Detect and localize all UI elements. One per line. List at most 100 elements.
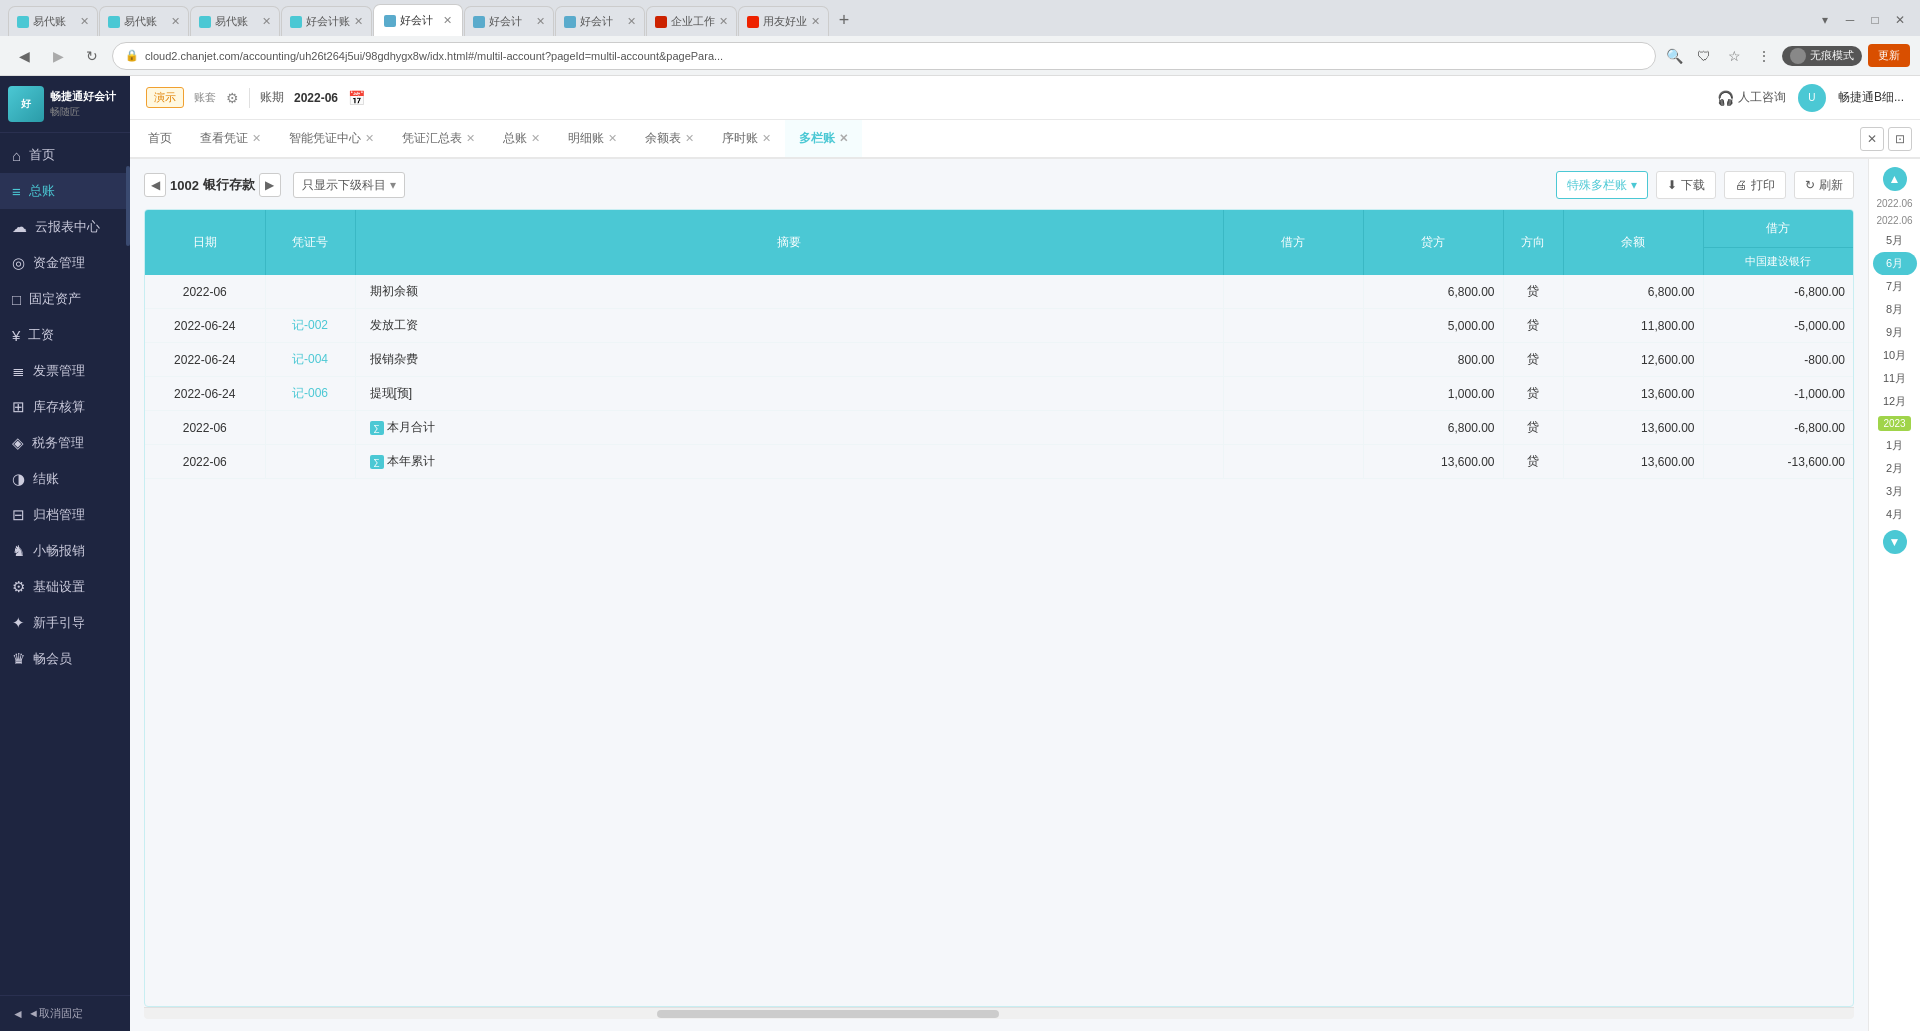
tab-voucher-view-close[interactable]: ✕ xyxy=(252,132,261,145)
tab-6-close[interactable]: ✕ xyxy=(536,15,545,28)
tab-8-close[interactable]: ✕ xyxy=(719,15,728,28)
timeline-month-2[interactable]: 2月 xyxy=(1873,457,1917,480)
sidebar-item-salary[interactable]: ¥ 工资 xyxy=(0,317,130,353)
cell-voucher[interactable]: 记-004 xyxy=(265,343,355,377)
url-bar[interactable]: 🔒 cloud2.chanjet.com/accounting/uh26t264… xyxy=(112,42,1656,70)
timeline-month-8[interactable]: 8月 xyxy=(1873,298,1917,321)
timeline-month-12[interactable]: 12月 xyxy=(1873,390,1917,413)
back-btn[interactable]: ◀ xyxy=(10,42,38,70)
sidebar-item-asset[interactable]: □ 固定资产 xyxy=(0,281,130,317)
timeline-nav-up[interactable]: ▲ xyxy=(1883,167,1907,191)
sidebar-pin-btn[interactable]: ◄ ◄取消固定 xyxy=(0,995,130,1031)
sidebar-item-settings[interactable]: ⚙ 基础设置 xyxy=(0,569,130,605)
timeline-month-3[interactable]: 3月 xyxy=(1873,480,1917,503)
refresh-btn[interactable]: ↻ 刷新 xyxy=(1794,171,1854,199)
sidebar-item-fund[interactable]: ◎ 资金管理 xyxy=(0,245,130,281)
browser-tab-3[interactable]: 易代账 ✕ xyxy=(190,6,280,36)
tab-smart-voucher[interactable]: 智能凭证中心 ✕ xyxy=(275,120,388,159)
refresh-page-btn[interactable]: ↻ xyxy=(78,42,106,70)
timeline-month-10[interactable]: 10月 xyxy=(1873,344,1917,367)
tab-multi-col-ledger[interactable]: 多栏账 ✕ xyxy=(785,120,862,159)
tab-detail-ledger-close[interactable]: ✕ xyxy=(608,132,617,145)
filter-select[interactable]: 只显示下级科目 ▾ xyxy=(293,172,405,198)
browser-tab-1[interactable]: 易代账 ✕ xyxy=(8,6,98,36)
sidebar-item-invoice[interactable]: ≣ 发票管理 xyxy=(0,353,130,389)
tab-5-close[interactable]: ✕ xyxy=(443,14,452,27)
maximize-btn[interactable]: □ xyxy=(1863,8,1887,32)
tab-voucher-summary-close[interactable]: ✕ xyxy=(466,132,475,145)
close-window-btn[interactable]: ✕ xyxy=(1888,8,1912,32)
tab-voucher-view[interactable]: 查看凭证 ✕ xyxy=(186,120,275,159)
timeline-month-7[interactable]: 7月 xyxy=(1873,275,1917,298)
browser-tab-7[interactable]: 好会计 ✕ xyxy=(555,6,645,36)
prev-account-btn[interactable]: ◀ xyxy=(144,173,166,197)
browser-tab-5-active[interactable]: 好会计 ✕ xyxy=(373,4,463,36)
sidebar-item-archive[interactable]: ⊟ 归档管理 xyxy=(0,497,130,533)
expand-btn[interactable]: ⊡ xyxy=(1888,127,1912,151)
shield-icon[interactable]: 🛡 xyxy=(1692,44,1716,68)
print-btn[interactable]: 🖨 打印 xyxy=(1724,171,1786,199)
tab-9-close[interactable]: ✕ xyxy=(811,15,820,28)
cell-voucher[interactable]: 记-002 xyxy=(265,309,355,343)
tab-balance-table[interactable]: 余额表 ✕ xyxy=(631,120,708,159)
timeline-nav-down[interactable]: ▼ xyxy=(1883,530,1907,554)
consult-btn[interactable]: 🎧 人工咨询 xyxy=(1717,89,1786,106)
download-btn[interactable]: ⬇ 下载 xyxy=(1656,171,1716,199)
tab-home[interactable]: 首页 xyxy=(134,120,186,159)
tab-general-ledger[interactable]: 总账 ✕ xyxy=(489,120,554,159)
timeline-month-1[interactable]: 1月 xyxy=(1873,434,1917,457)
tab-2-close[interactable]: ✕ xyxy=(171,15,180,28)
demo-badge[interactable]: 演示 xyxy=(146,87,184,108)
browser-tab-8[interactable]: 企业工作 ✕ xyxy=(646,6,737,36)
user-profile-btn[interactable]: 无痕模式 xyxy=(1782,46,1862,66)
tab-7-close[interactable]: ✕ xyxy=(627,15,636,28)
sub-toolbar-left: ◀ 1002 银行存款 ▶ 只显示下级科目 ▾ xyxy=(144,172,405,198)
sidebar-item-ledger[interactable]: ≡ 总账 xyxy=(0,173,130,209)
calendar-icon[interactable]: 📅 xyxy=(348,90,365,106)
sidebar-item-report[interactable]: ☁ 云报表中心 xyxy=(0,209,130,245)
browser-tab-6[interactable]: 好会计 ✕ xyxy=(464,6,554,36)
browser-tab-9[interactable]: 用友好业 ✕ xyxy=(738,6,829,36)
forward-btn[interactable]: ▶ xyxy=(44,42,72,70)
tab-sequence-ledger[interactable]: 序时账 ✕ xyxy=(708,120,785,159)
timeline-month-4[interactable]: 4月 xyxy=(1873,503,1917,526)
sidebar-item-settlement[interactable]: ◑ 结账 xyxy=(0,461,130,497)
browser-tab-4[interactable]: 好会计账 ✕ xyxy=(281,6,372,36)
cell-voucher[interactable]: 记-006 xyxy=(265,377,355,411)
tab-list-btn[interactable]: ▾ xyxy=(1813,8,1837,32)
browser-tab-2[interactable]: 易代账 ✕ xyxy=(99,6,189,36)
minimize-btn[interactable]: ─ xyxy=(1838,8,1862,32)
sidebar-item-member[interactable]: ♛ 畅会员 xyxy=(0,641,130,677)
timeline-month-9[interactable]: 9月 xyxy=(1873,321,1917,344)
new-tab-button[interactable]: + xyxy=(830,6,858,34)
tab-1-close[interactable]: ✕ xyxy=(80,15,89,28)
multi-col-btn[interactable]: 特殊多栏账 ▾ xyxy=(1556,171,1648,199)
tab-detail-ledger[interactable]: 明细账 ✕ xyxy=(554,120,631,159)
tab-balance-table-close[interactable]: ✕ xyxy=(685,132,694,145)
star-icon[interactable]: ☆ xyxy=(1722,44,1746,68)
timeline-month-5[interactable]: 5月 xyxy=(1873,229,1917,252)
sidebar-item-expense[interactable]: ♞ 小畅报销 xyxy=(0,533,130,569)
tab-voucher-summary[interactable]: 凭证汇总表 ✕ xyxy=(388,120,489,159)
tab-general-ledger-close[interactable]: ✕ xyxy=(531,132,540,145)
search-icon[interactable]: 🔍 xyxy=(1662,44,1686,68)
tab-3-close[interactable]: ✕ xyxy=(262,15,271,28)
sidebar-item-inventory[interactable]: ⊞ 库存核算 xyxy=(0,389,130,425)
next-account-btn[interactable]: ▶ xyxy=(259,173,281,197)
user-avatar[interactable]: U xyxy=(1798,84,1826,112)
bottom-scrollbar[interactable] xyxy=(144,1007,1854,1019)
sidebar-item-tax[interactable]: ◈ 税务管理 xyxy=(0,425,130,461)
tab-sequence-ledger-close[interactable]: ✕ xyxy=(762,132,771,145)
sidebar-item-guide[interactable]: ✦ 新手引导 xyxy=(0,605,130,641)
browser-menu-btn[interactable]: ⋮ xyxy=(1752,44,1776,68)
tab-smart-voucher-close[interactable]: ✕ xyxy=(365,132,374,145)
sidebar-item-home[interactable]: ⌂ 首页 xyxy=(0,137,130,173)
timeline-month-11[interactable]: 11月 xyxy=(1873,367,1917,390)
sidebar-scrollbar[interactable] xyxy=(125,136,130,991)
tab-4-close[interactable]: ✕ xyxy=(354,15,363,28)
update-button[interactable]: 更新 xyxy=(1868,44,1910,67)
toolbar-settings-icon[interactable]: ⚙ xyxy=(226,90,239,106)
tab-multi-col-ledger-close[interactable]: ✕ xyxy=(839,132,848,145)
collapse-btn[interactable]: ✕ xyxy=(1860,127,1884,151)
timeline-month-6[interactable]: 6月 xyxy=(1873,252,1917,275)
